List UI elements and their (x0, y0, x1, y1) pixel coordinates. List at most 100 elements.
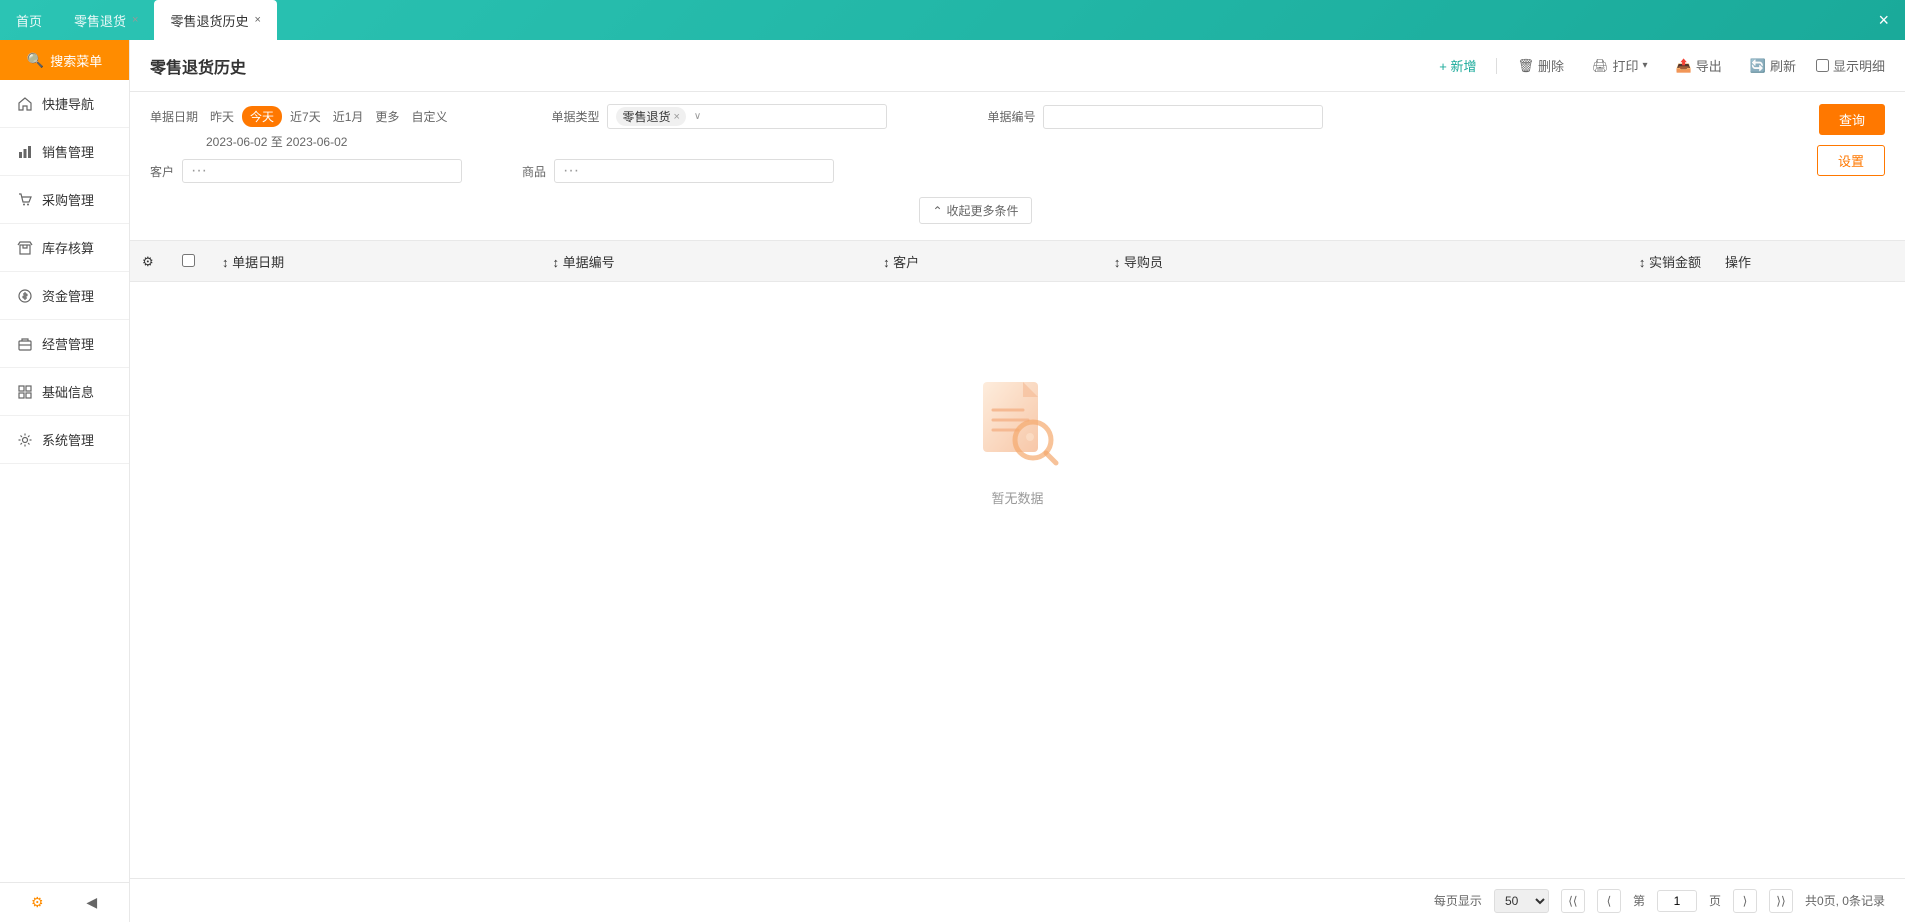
tab-retail-return-history-close[interactable]: × (254, 14, 260, 26)
sidebar-item-inventory-label: 库存核算 (42, 238, 94, 257)
home-icon (16, 95, 34, 113)
tab-home-label: 首页 (16, 11, 42, 30)
tab-retail-return-close[interactable]: × (132, 14, 138, 26)
doc-type-tag-value: 零售退货 (622, 108, 670, 125)
table-head: ⚙ ↕ 单据日期 ↕ 单据编号 ↕ 客户 (130, 242, 1905, 282)
export-button[interactable]: 📤 导出 (1668, 52, 1730, 79)
window-close-button[interactable]: × (1862, 10, 1905, 31)
customer-input[interactable]: ··· (182, 159, 462, 183)
sidebar-item-quick-nav[interactable]: 快捷导航 (0, 80, 129, 128)
export-icon: 📤 (1676, 58, 1692, 74)
date-btn-yesterday[interactable]: 昨天 (206, 106, 238, 127)
tab-retail-return[interactable]: 零售退货 × (58, 0, 154, 40)
tab-home[interactable]: 首页 (0, 0, 58, 40)
print-dropdown-icon: ▾ (1643, 60, 1648, 71)
page-input[interactable] (1657, 890, 1697, 912)
total-info: 共0页, 0条记录 (1805, 892, 1885, 909)
select-all-checkbox[interactable] (182, 254, 195, 267)
date-btn-more[interactable]: 更多 (371, 106, 403, 127)
main-layout: 🔍 搜索菜单 快捷导航 (0, 40, 1905, 922)
date-shortcuts: 昨天 今天 近7天 近1月 更多 自定义 (206, 106, 451, 127)
divider-1 (1496, 58, 1497, 74)
sidebar-item-sales-label: 销售管理 (42, 142, 94, 161)
search-icon: 🔍 (27, 52, 44, 69)
page-label: 第 (1633, 892, 1645, 909)
sidebar-item-purchase[interactable]: 采购管理 (0, 176, 129, 224)
collapse-button[interactable]: ◀ (78, 889, 106, 917)
doc-number-filter: 单据编号 (987, 105, 1323, 129)
print-button[interactable]: 🖨 打印 ▾ (1584, 52, 1656, 79)
collapse-icon: ⌃ (932, 204, 942, 218)
sidebar-item-system[interactable]: 系统管理 (0, 416, 129, 464)
sidebar-item-operations[interactable]: 经营管理 (0, 320, 129, 368)
cart-icon (16, 191, 34, 209)
show-details-input[interactable] (1816, 59, 1829, 72)
top-bar: 首页 零售退货 × 零售退货历史 × × (0, 0, 1905, 40)
col-customer: ↕ 客户 (871, 242, 1102, 282)
sidebar-item-purchase-label: 采购管理 (42, 190, 94, 209)
tab-retail-return-history[interactable]: 零售退货历史 × (154, 0, 276, 40)
doc-number-label: 单据编号 (987, 108, 1035, 125)
print-button-label: 打印 (1613, 56, 1639, 75)
date-btn-today[interactable]: 今天 (242, 106, 282, 127)
data-table: ⚙ ↕ 单据日期 ↕ 单据编号 ↕ 客户 (130, 242, 1905, 597)
new-button[interactable]: + 新增 (1431, 52, 1484, 79)
next-page-button[interactable]: ⟩ (1733, 889, 1757, 913)
customer-more-icon: ··· (191, 162, 207, 180)
first-page-button[interactable]: ⟨⟨ (1561, 889, 1585, 913)
date-filter-label: 单据日期 (150, 108, 198, 125)
page-header: 零售退货历史 + 新增 🗑 删除 🖨 打印 ▾ 📤 导出 (130, 40, 1905, 92)
per-page-label: 每页显示 (1434, 892, 1482, 909)
tab-retail-return-label: 零售退货 (74, 11, 126, 30)
set-button[interactable]: 设置 (1817, 145, 1885, 176)
sidebar-item-finance[interactable]: 资金管理 (0, 272, 129, 320)
new-button-label: + 新增 (1439, 56, 1476, 75)
product-filter: 商品 ··· (522, 159, 834, 183)
doc-type-tag-close[interactable]: × (673, 111, 679, 123)
refresh-button[interactable]: 🔄 刷新 (1742, 52, 1804, 79)
col-settings-icon[interactable]: ⚙ (142, 254, 154, 269)
prev-page-button[interactable]: ⟨ (1597, 889, 1621, 913)
last-page-button[interactable]: ⟩⟩ (1769, 889, 1793, 913)
doc-number-input[interactable] (1043, 105, 1323, 129)
box-icon (16, 239, 34, 257)
sidebar-search[interactable]: 🔍 搜索菜单 (0, 40, 129, 80)
sidebar-bottom: ⚙ ◀ (0, 882, 129, 922)
sidebar-item-inventory[interactable]: 库存核算 (0, 224, 129, 272)
date-btn-custom[interactable]: 自定义 (407, 106, 451, 127)
product-input[interactable]: ··· (554, 159, 834, 183)
date-btn-1month[interactable]: 近1月 (329, 106, 368, 127)
doc-type-tag: 零售退货 × (616, 107, 685, 126)
col-number: ↕ 单据编号 (541, 242, 872, 282)
customer-filter-label: 客户 (150, 163, 174, 180)
customer-filter: 客户 ··· (150, 159, 462, 183)
doc-type-input[interactable]: 零售退货 × ∨ (607, 104, 887, 129)
sidebar-item-sales[interactable]: 销售管理 (0, 128, 129, 176)
col-action: 操作 (1713, 242, 1905, 282)
show-details-checkbox[interactable]: 显示明细 (1816, 56, 1885, 75)
export-button-label: 导出 (1696, 56, 1722, 75)
col-date: ↕ 单据日期 (210, 242, 541, 282)
col-amount-label: ↕ 实销金额 (1639, 255, 1701, 270)
sidebar-item-finance-label: 资金管理 (42, 286, 94, 305)
delete-icon: 🗑 (1517, 58, 1534, 74)
delete-button[interactable]: 🗑 删除 (1509, 52, 1572, 79)
refresh-icon: 🔄 (1750, 58, 1766, 74)
col-number-label: ↕ 单据编号 (553, 255, 615, 270)
empty-illustration (968, 372, 1068, 472)
date-btn-7days[interactable]: 近7天 (286, 106, 325, 127)
settings-button[interactable]: ⚙ (23, 889, 51, 917)
collapse-label: 收起更多条件 (947, 202, 1019, 219)
page-title: 零售退货历史 (150, 54, 246, 78)
filter-area: 单据日期 昨天 今天 近7天 近1月 更多 自定义 单据类型 (130, 92, 1905, 241)
date-range-display: 2023-06-02 至 2023-06-02 (206, 135, 347, 149)
grid-icon (16, 383, 34, 401)
empty-state: 暂无数据 (142, 292, 1893, 587)
query-button[interactable]: 查询 (1819, 104, 1885, 135)
sidebar-item-basic-info[interactable]: 基础信息 (0, 368, 129, 416)
per-page-select[interactable]: 50 10 20 100 (1494, 889, 1549, 913)
content-area: 零售退货历史 + 新增 🗑 删除 🖨 打印 ▾ 📤 导出 (130, 40, 1905, 922)
collapse-filter-button[interactable]: ⌃ 收起更多条件 (919, 197, 1031, 224)
sidebar: 🔍 搜索菜单 快捷导航 (0, 40, 130, 922)
product-filter-label: 商品 (522, 163, 546, 180)
